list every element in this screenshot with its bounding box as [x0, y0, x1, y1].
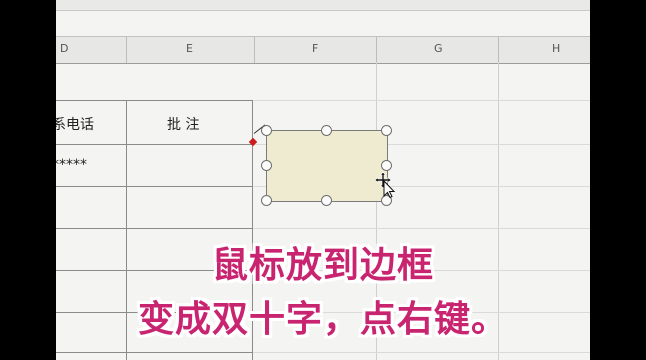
resize-handle-top-right[interactable]: [381, 125, 392, 136]
table-border: [56, 228, 252, 229]
move-cursor-icon: [375, 172, 396, 198]
table-border: [56, 186, 252, 187]
resize-handle-bottom-left[interactable]: [261, 195, 272, 206]
column-separator[interactable]: [254, 37, 255, 63]
resize-handle-left[interactable]: [261, 160, 272, 171]
table-border: [56, 144, 252, 145]
column-header-row: D E F G H: [56, 36, 590, 64]
table-border: [56, 100, 252, 101]
caption-line-1: 鼠标放到边框: [211, 245, 434, 286]
column-header-g[interactable]: G: [434, 42, 443, 55]
column-separator[interactable]: [498, 37, 499, 63]
column-header-e[interactable]: E: [186, 42, 193, 55]
comment-box[interactable]: [266, 130, 388, 202]
cell-note-header[interactable]: 批 注: [167, 114, 199, 134]
column-header-f[interactable]: F: [312, 42, 318, 55]
caption-line-2: 变成双十字，点右键。: [137, 299, 508, 340]
column-header-d[interactable]: D: [60, 42, 68, 55]
cell-phone-value[interactable]: *****: [56, 157, 87, 173]
resize-handle-top-left[interactable]: [261, 125, 272, 136]
table-border: [56, 352, 252, 353]
column-header-h[interactable]: H: [552, 42, 560, 55]
toolbar-strip: [56, 0, 590, 11]
cell-phone-header[interactable]: 系电话: [56, 114, 94, 134]
resize-handle-bottom[interactable]: [321, 195, 332, 206]
resize-handle-right[interactable]: [381, 160, 392, 171]
column-separator[interactable]: [376, 37, 377, 63]
column-separator[interactable]: [126, 37, 127, 63]
resize-handle-top[interactable]: [321, 125, 332, 136]
